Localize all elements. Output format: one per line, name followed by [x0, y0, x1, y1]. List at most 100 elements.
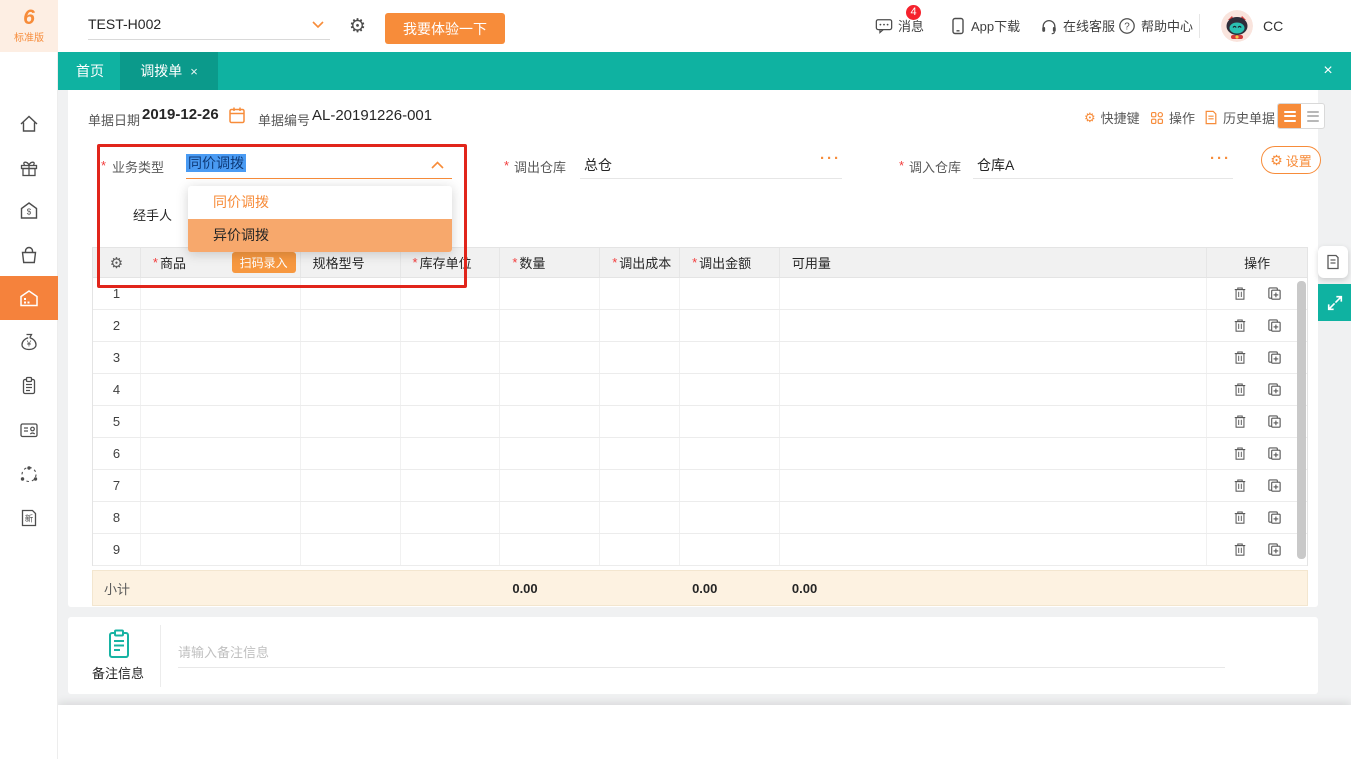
settings-button[interactable]: ⚙ 设置 [1261, 146, 1321, 174]
in-warehouse-value[interactable]: 仓库A [977, 155, 1014, 175]
cell-unit[interactable] [401, 374, 501, 405]
cell-available[interactable] [780, 534, 1208, 565]
side-note-button[interactable] [1318, 246, 1348, 278]
cell-cost[interactable] [600, 278, 681, 309]
cell-cost[interactable] [600, 438, 681, 469]
cell-available[interactable] [780, 502, 1208, 533]
delete-row-icon[interactable] [1233, 382, 1247, 397]
cell-available[interactable] [780, 406, 1208, 437]
cell-unit[interactable] [401, 406, 501, 437]
cell-spec[interactable] [301, 406, 401, 437]
cell-spec[interactable] [301, 438, 401, 469]
cell-spec[interactable] [301, 342, 401, 373]
sidebar-item-new[interactable]: 新 [0, 496, 58, 540]
cell-qty[interactable] [500, 502, 601, 533]
cell-product[interactable] [141, 310, 301, 341]
cell-cost[interactable] [600, 342, 681, 373]
account-settings-icon[interactable]: ⚙ [349, 15, 366, 38]
cell-cost[interactable] [600, 470, 681, 501]
delete-row-icon[interactable] [1233, 414, 1247, 429]
shortcut-keys-button[interactable]: ⚙ 快捷键 [1084, 108, 1140, 127]
in-warehouse-more-icon[interactable]: ··· [1210, 150, 1231, 167]
tab-close-icon[interactable]: × [190, 64, 198, 79]
dropdown-option-same-price[interactable]: 同价调拨 [188, 186, 452, 219]
cell-qty[interactable] [500, 534, 601, 565]
sidebar-item-gift[interactable] [0, 146, 58, 190]
table-scrollbar[interactable] [1297, 281, 1306, 559]
cell-amount[interactable] [680, 534, 780, 565]
cell-spec[interactable] [301, 502, 401, 533]
copy-row-icon[interactable] [1267, 286, 1282, 301]
sidebar-item-home[interactable] [0, 102, 58, 146]
delete-row-icon[interactable] [1233, 446, 1247, 461]
cell-cost[interactable] [600, 534, 681, 565]
cell-qty[interactable] [500, 342, 601, 373]
cell-qty[interactable] [500, 438, 601, 469]
out-warehouse-more-icon[interactable]: ··· [820, 150, 841, 167]
account-select[interactable]: TEST-H002 [88, 12, 330, 40]
cell-product[interactable] [141, 278, 301, 309]
cell-unit[interactable] [401, 470, 501, 501]
cell-amount[interactable] [680, 406, 780, 437]
online-service-button[interactable]: 在线客服 [1040, 16, 1115, 35]
sidebar-item-sales[interactable]: $ [0, 189, 58, 233]
sidebar-item-purchase[interactable] [0, 233, 58, 277]
date-value[interactable]: 2019-12-26 [142, 106, 219, 123]
tab-home[interactable]: 首页 [60, 52, 120, 90]
operations-button[interactable]: 操作 [1150, 108, 1195, 127]
out-warehouse-value[interactable]: 总仓 [584, 155, 612, 175]
cell-amount[interactable] [680, 374, 780, 405]
cell-cost[interactable] [600, 374, 681, 405]
cell-unit[interactable] [401, 502, 501, 533]
cell-cost[interactable] [600, 502, 681, 533]
cell-qty[interactable] [500, 406, 601, 437]
cell-product[interactable] [141, 406, 301, 437]
business-type-field[interactable]: 同价调拨 [186, 153, 246, 173]
cell-product[interactable] [141, 502, 301, 533]
cell-unit[interactable] [401, 342, 501, 373]
history-orders-button[interactable]: 历史单据 [1204, 108, 1275, 127]
sidebar-item-warehouse[interactable] [0, 276, 58, 320]
cell-unit[interactable] [401, 278, 501, 309]
delete-row-icon[interactable] [1233, 510, 1247, 525]
copy-row-icon[interactable] [1267, 318, 1282, 333]
remark-input[interactable] [178, 638, 1225, 668]
list-view-button[interactable] [1278, 104, 1301, 128]
cell-product[interactable] [141, 342, 301, 373]
cell-unit[interactable] [401, 438, 501, 469]
cell-qty[interactable] [500, 374, 601, 405]
app-download-button[interactable]: App下载 [950, 16, 1020, 35]
cell-qty[interactable] [500, 470, 601, 501]
cell-qty[interactable] [500, 278, 601, 309]
sidebar-item-reports[interactable] [0, 364, 58, 408]
tab-transfer-order[interactable]: 调拨单 × [120, 52, 218, 90]
cell-spec[interactable] [301, 534, 401, 565]
sidebar-item-contacts[interactable] [0, 408, 58, 452]
sidebar-item-network[interactable] [0, 452, 58, 496]
detail-view-button[interactable] [1301, 104, 1324, 128]
cell-unit[interactable] [401, 310, 501, 341]
cell-available[interactable] [780, 438, 1208, 469]
delete-row-icon[interactable] [1233, 542, 1247, 557]
delete-row-icon[interactable] [1233, 318, 1247, 333]
cell-qty[interactable] [500, 310, 601, 341]
cell-spec[interactable] [301, 374, 401, 405]
scan-entry-button[interactable]: 扫码录入 [231, 252, 296, 273]
cell-spec[interactable] [301, 278, 401, 309]
cell-amount[interactable] [680, 278, 780, 309]
copy-row-icon[interactable] [1267, 510, 1282, 525]
calendar-icon[interactable] [228, 106, 246, 124]
delete-row-icon[interactable] [1233, 350, 1247, 365]
cell-product[interactable] [141, 470, 301, 501]
copy-row-icon[interactable] [1267, 478, 1282, 493]
cell-unit[interactable] [401, 534, 501, 565]
cell-spec[interactable] [301, 310, 401, 341]
cell-amount[interactable] [680, 438, 780, 469]
delete-row-icon[interactable] [1233, 478, 1247, 493]
copy-row-icon[interactable] [1267, 382, 1282, 397]
cell-cost[interactable] [600, 310, 681, 341]
cell-product[interactable] [141, 534, 301, 565]
close-all-tabs-icon[interactable]: × [1313, 52, 1343, 90]
experience-button[interactable]: 我要体验一下 [385, 13, 505, 44]
cell-amount[interactable] [680, 310, 780, 341]
